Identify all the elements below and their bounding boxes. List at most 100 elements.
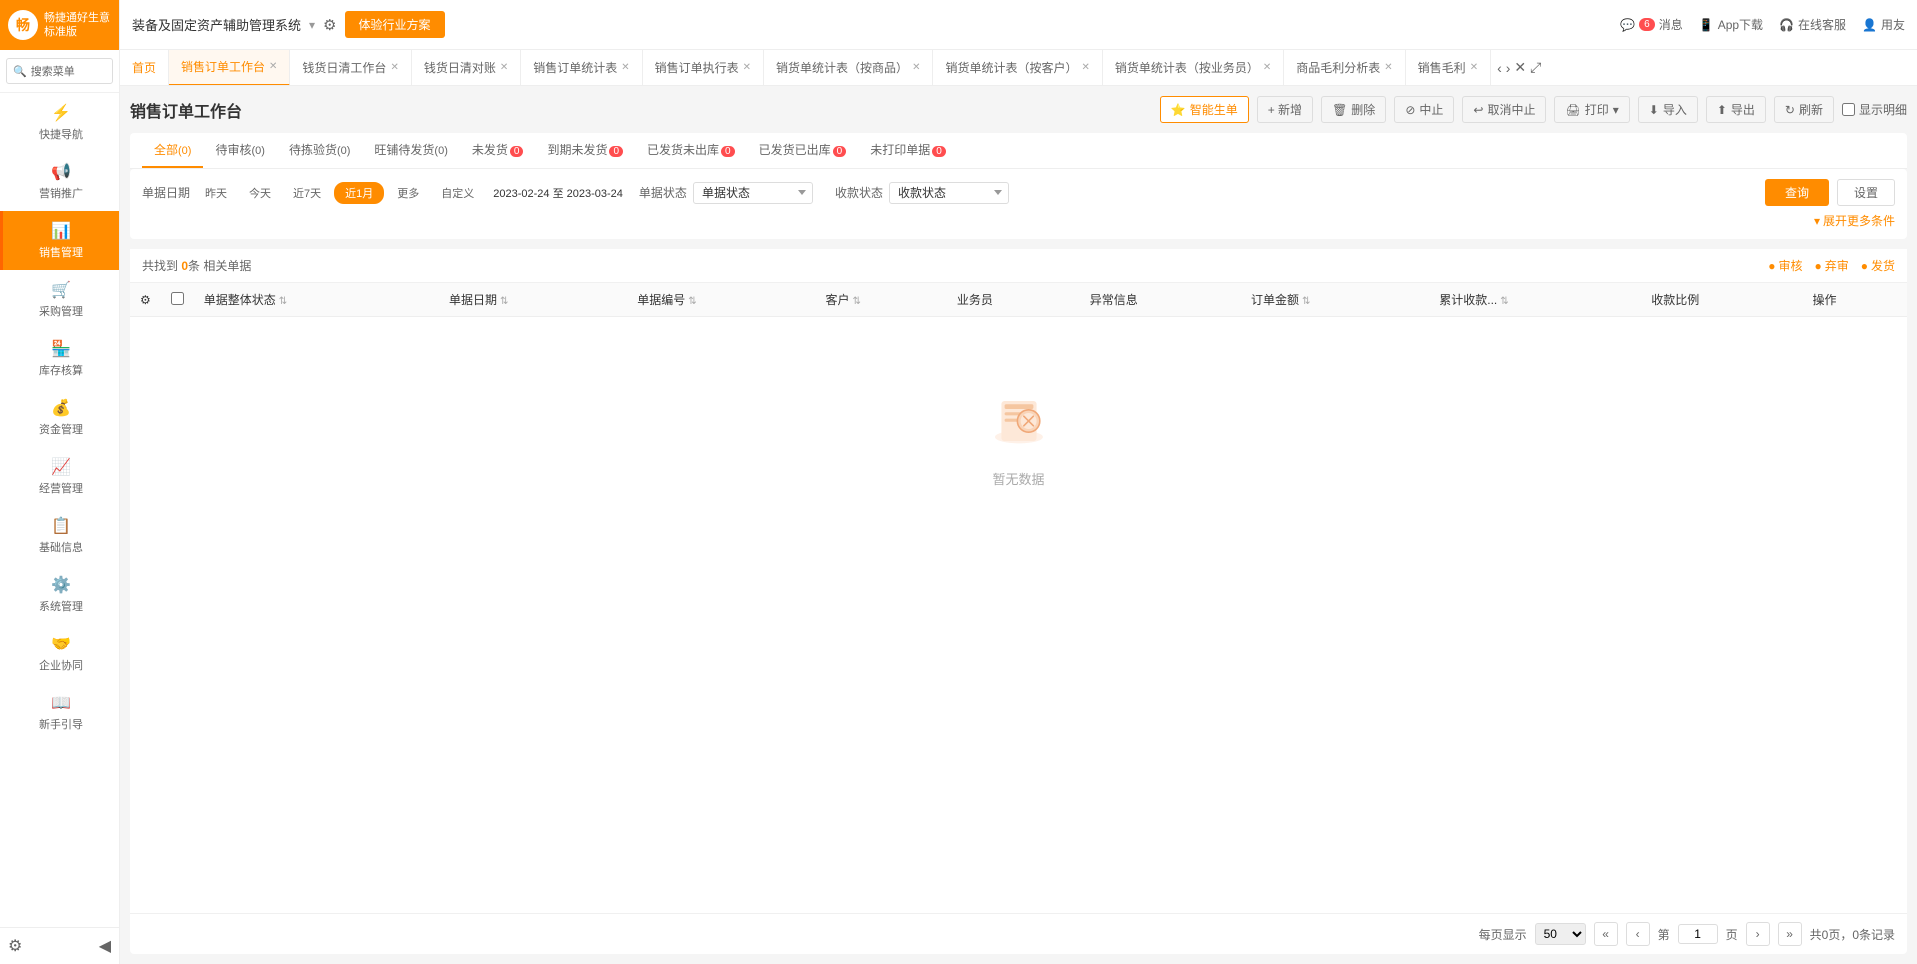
tab-close-icon[interactable]: ✕	[269, 61, 277, 72]
settings-icon[interactable]: ⚙	[8, 936, 22, 956]
tab-home[interactable]: 首页	[120, 50, 169, 86]
sort-icon-customer[interactable]: ⇅	[853, 296, 861, 307]
sort-icon-status[interactable]: ⇅	[279, 296, 287, 307]
tab-cash-daily-workbench[interactable]: 钱货日清工作台 ✕	[290, 50, 411, 86]
prev-page-button[interactable]: ‹	[1626, 922, 1650, 946]
stop-button[interactable]: ⊘ 中止	[1394, 96, 1454, 123]
tab-close-icon-7[interactable]: ✕	[1081, 62, 1089, 73]
date-btn-custom[interactable]: 自定义	[432, 182, 483, 204]
sub-tab-pending-review[interactable]: 待审核(0)	[203, 133, 276, 168]
sidebar-item-finance[interactable]: 💰 资金管理	[0, 388, 119, 447]
set-button[interactable]: 设置	[1837, 179, 1895, 206]
tab-close-icon-5[interactable]: ✕	[743, 62, 751, 73]
sidebar-item-system[interactable]: ⚙️ 系统管理	[0, 565, 119, 624]
sub-tab-all[interactable]: 全部(0)	[142, 133, 203, 168]
status-select[interactable]: 单据状态	[693, 182, 813, 204]
tab-sales-stat[interactable]: 销售订单统计表 ✕	[521, 50, 642, 86]
tab-close-icon-3[interactable]: ✕	[500, 62, 508, 73]
sub-tab-overdue[interactable]: 到期未发货0	[535, 133, 635, 168]
sidebar-item-quick-nav[interactable]: ⚡ 快捷导航	[0, 93, 119, 152]
app-download-item[interactable]: 📱 App下载	[1699, 16, 1763, 33]
tab-gross-profit[interactable]: 商品毛利分析表 ✕	[1284, 50, 1405, 86]
tab-close-icon-2[interactable]: ✕	[390, 62, 398, 73]
sidebar-item-cooperation[interactable]: 🤝 企业协同	[0, 624, 119, 683]
cancel-stop-button[interactable]: ↩ 取消中止	[1462, 96, 1546, 123]
select-all-checkbox[interactable]	[171, 292, 184, 305]
sidebar-item-inventory[interactable]: 🏪 库存核算	[0, 329, 119, 388]
trial-button[interactable]: 体验行业方案	[345, 11, 445, 38]
sidebar-item-purchase[interactable]: 🛒 采购管理	[0, 270, 119, 329]
sub-tab-pending-inspect[interactable]: 待拣验货(0)	[277, 133, 362, 168]
sort-icon-date[interactable]: ⇅	[500, 296, 508, 307]
import-button[interactable]: ⬇ 导入	[1638, 96, 1698, 123]
tab-sales-staff[interactable]: 销货单统计表（按业务员） ✕	[1103, 50, 1284, 86]
delete-button[interactable]: 🗑 删除	[1321, 96, 1386, 123]
import-icon: ⬇	[1649, 103, 1659, 117]
tab-sales-exec[interactable]: 销售订单执行表 ✕	[643, 50, 764, 86]
tab-close-icon-9[interactable]: ✕	[1384, 62, 1392, 73]
sub-tab-shipped-out[interactable]: 已发货已出库0	[747, 133, 859, 168]
date-btn-1month[interactable]: 近1月	[334, 182, 384, 204]
search-menu-button[interactable]: 🔍 搜索菜单	[6, 58, 113, 84]
collapse-icon[interactable]: ◀	[99, 936, 111, 956]
message-item[interactable]: 💬 6 消息	[1620, 16, 1683, 33]
sub-tab-unprinted[interactable]: 未打印单据0	[858, 133, 958, 168]
sort-icon-received[interactable]: ⇅	[1500, 296, 1508, 307]
date-btn-more[interactable]: 更多	[388, 182, 428, 204]
user-item[interactable]: 👤 用友	[1862, 16, 1905, 33]
tab-close-icon-6[interactable]: ✕	[912, 62, 920, 73]
user-icon: 👤	[1862, 18, 1877, 32]
smart-create-button[interactable]: ⭐ 智能生单	[1160, 96, 1249, 123]
tab-next-icon[interactable]: ›	[1506, 60, 1511, 76]
sort-icon-amount[interactable]: ⇅	[1302, 296, 1310, 307]
refresh-button[interactable]: ↻ 刷新	[1774, 96, 1834, 123]
sub-tab-shipped-not-out[interactable]: 已发货未出库0	[635, 133, 747, 168]
show-detail-checkbox[interactable]	[1842, 103, 1855, 116]
show-detail-label[interactable]: 显示明细	[1842, 101, 1907, 118]
last-page-button[interactable]: »	[1778, 922, 1802, 946]
first-page-button[interactable]: «	[1594, 922, 1618, 946]
sort-icon-number[interactable]: ⇅	[688, 296, 696, 307]
sidebar-item-management[interactable]: 📈 经营管理	[0, 447, 119, 506]
topbar-settings-icon[interactable]: ⚙	[323, 16, 336, 34]
cancel-review-action[interactable]: ● 弃审	[1814, 257, 1848, 274]
th-checkbox[interactable]	[161, 283, 194, 317]
page-size-select[interactable]: 50 10 20 100	[1535, 923, 1586, 945]
tab-expand-icon[interactable]: ⤢	[1530, 59, 1541, 76]
tab-close-icon-4[interactable]: ✕	[621, 62, 629, 73]
ship-action[interactable]: ● 发货	[1861, 257, 1895, 274]
date-btn-today[interactable]: 今天	[240, 182, 280, 204]
sidebar-item-sales[interactable]: 📊 销售管理	[0, 211, 119, 270]
expand-filter-button[interactable]: ▾ 展开更多条件	[1814, 212, 1895, 229]
quick-nav-icon: ⚡	[51, 103, 71, 123]
sub-tab-unshipped[interactable]: 未发货0	[460, 133, 536, 168]
tab-sales-customer[interactable]: 销货单统计表（按客户） ✕	[933, 50, 1102, 86]
online-service-item[interactable]: 🎧 在线客服	[1779, 16, 1846, 33]
tab-cash-reconcile[interactable]: 钱货日清对账 ✕	[412, 50, 521, 86]
date-btn-7days[interactable]: 近7天	[284, 182, 330, 204]
export-button[interactable]: ⬆ 导出	[1706, 96, 1766, 123]
tab-sales-order-workbench[interactable]: 销售订单工作台 ✕	[169, 50, 290, 86]
sub-tab-shop-pending[interactable]: 旺铺待发货(0)	[362, 133, 459, 168]
table-toolbar: 共找到 0条 相关单据 ● 审核 ● 弃审 ● 发货	[130, 249, 1907, 283]
tab-sales-product[interactable]: 销货单统计表（按商品） ✕	[764, 50, 933, 86]
print-button[interactable]: 🖨 打印 ▾	[1554, 96, 1629, 123]
page-number-input[interactable]	[1678, 924, 1718, 944]
sidebar-item-marketing[interactable]: 📢 营销推广	[0, 152, 119, 211]
review-action[interactable]: ● 审核	[1768, 257, 1802, 274]
tab-close-icon-10[interactable]: ✕	[1470, 62, 1478, 73]
sidebar-item-basic-info[interactable]: 📋 基础信息	[0, 506, 119, 565]
headset-icon: 🎧	[1779, 18, 1794, 32]
date-btn-yesterday[interactable]: 昨天	[196, 182, 236, 204]
payment-select[interactable]: 收款状态	[889, 182, 1009, 204]
th-settings[interactable]: ⚙	[130, 283, 161, 317]
sidebar-item-guide[interactable]: 📖 新手引导	[0, 683, 119, 742]
tab-sales-margin[interactable]: 销售毛利 ✕	[1406, 50, 1491, 86]
query-button[interactable]: 查询	[1765, 179, 1829, 206]
tab-close-all-icon[interactable]: ✕	[1514, 59, 1526, 76]
tab-close-icon-8[interactable]: ✕	[1263, 62, 1271, 73]
tab-prev-icon[interactable]: ‹	[1497, 60, 1502, 76]
next-page-button[interactable]: ›	[1746, 922, 1770, 946]
topbar-chevron-icon[interactable]: ▾	[309, 18, 315, 32]
new-button[interactable]: + 新增	[1257, 96, 1313, 123]
